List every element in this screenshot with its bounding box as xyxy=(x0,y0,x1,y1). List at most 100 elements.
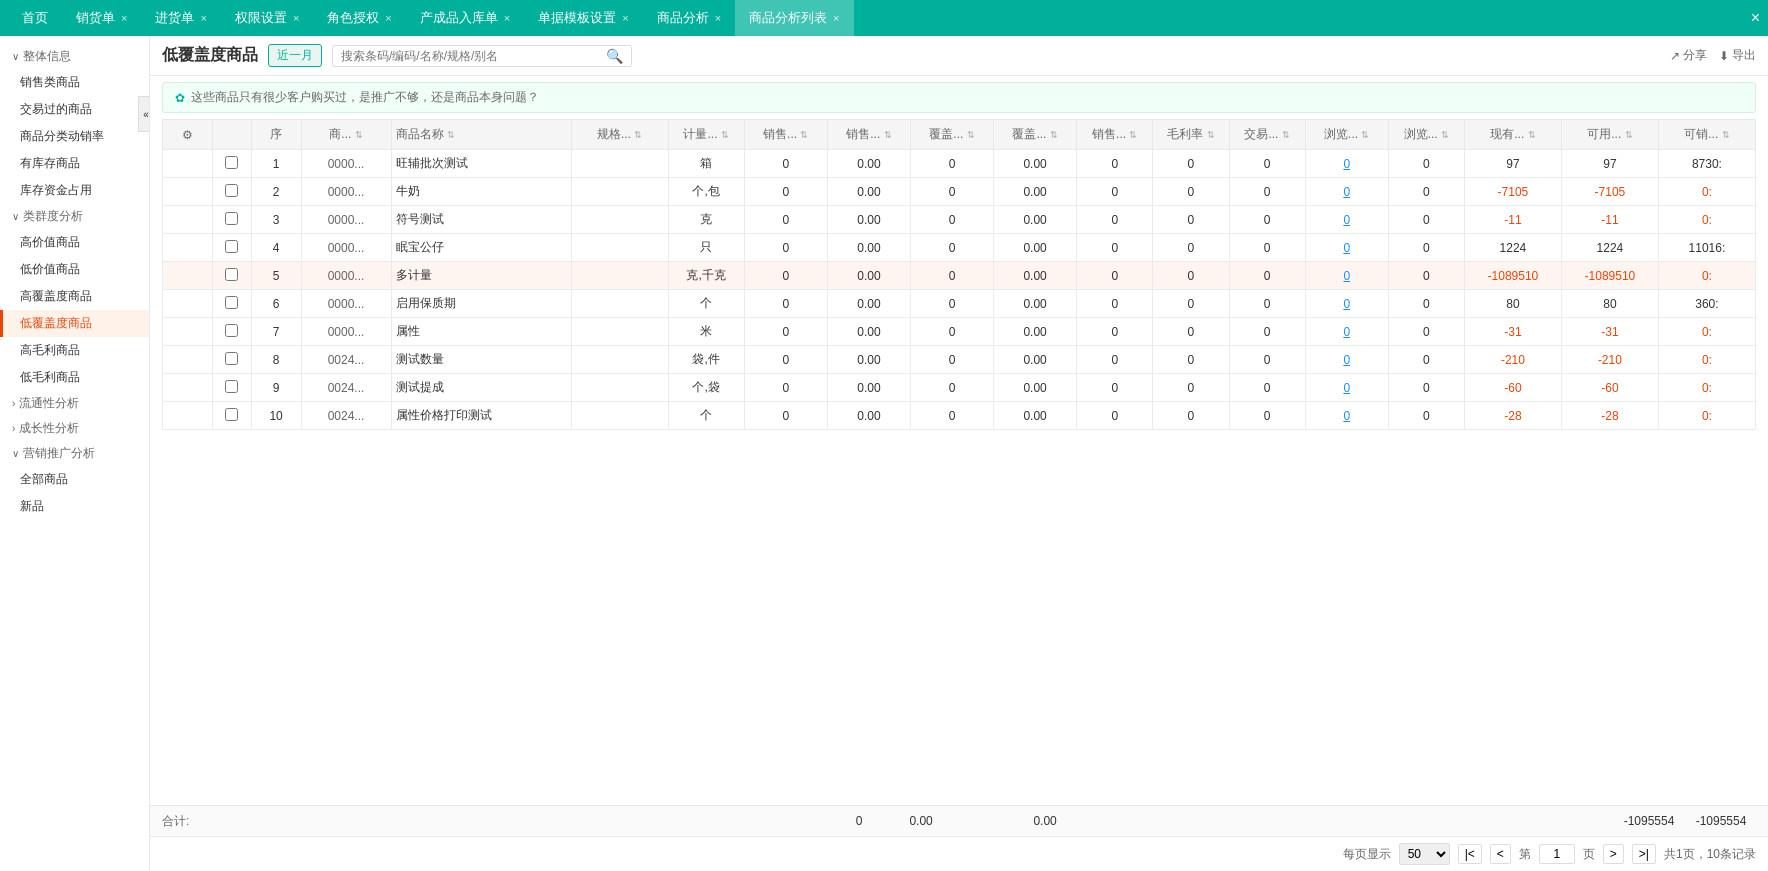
export-button[interactable]: ⬇ 导出 xyxy=(1719,47,1756,64)
browse2-column-header[interactable]: 浏览... ⇅ xyxy=(1388,120,1464,150)
sidebar-item-category-rate[interactable]: 商品分类动销率 xyxy=(0,123,149,150)
cover2-cell: 0.00 xyxy=(994,290,1077,318)
browse1-cell[interactable]: 0 xyxy=(1305,374,1388,402)
browse1-cell[interactable]: 0 xyxy=(1305,290,1388,318)
next-page-button[interactable]: > xyxy=(1603,844,1624,864)
checkbox-cell[interactable] xyxy=(212,318,251,346)
trade-cell: 0 xyxy=(1229,206,1305,234)
available-column-header[interactable]: 可用... ⇅ xyxy=(1561,120,1658,150)
close-all-tabs-button[interactable]: × xyxy=(1751,9,1760,27)
nav-finished-goods[interactable]: 产成品入库单 × xyxy=(406,0,524,36)
checkbox-cell[interactable] xyxy=(212,346,251,374)
sidebar-item-sales-goods[interactable]: 销售类商品 xyxy=(0,69,149,96)
unit-column-header[interactable]: 计量... ⇅ xyxy=(668,120,744,150)
close-icon[interactable]: × xyxy=(385,12,391,24)
table-row: 6 0000... 启用保质期 个 0 0.00 0 0.00 0 0 0 0 … xyxy=(163,290,1756,318)
sidebar-section-overall[interactable]: ∨ 整体信息 xyxy=(0,44,149,69)
sales3-column-header[interactable]: 销售... ⇅ xyxy=(1077,120,1153,150)
saleable-column-header[interactable]: 可销... ⇅ xyxy=(1658,120,1755,150)
cover1-column-header[interactable]: 覆盖... ⇅ xyxy=(910,120,993,150)
checkbox-cell[interactable] xyxy=(212,150,251,178)
close-icon[interactable]: × xyxy=(200,12,206,24)
first-page-button[interactable]: |< xyxy=(1458,844,1482,864)
close-icon[interactable]: × xyxy=(293,12,299,24)
close-icon[interactable]: × xyxy=(622,12,628,24)
browse1-cell[interactable]: 0 xyxy=(1305,402,1388,430)
nav-permissions[interactable]: 权限设置 × xyxy=(221,0,313,36)
browse1-cell[interactable]: 0 xyxy=(1305,346,1388,374)
table-row: 4 0000... 眠宝公仔 只 0 0.00 0 0.00 0 0 0 0 0… xyxy=(163,234,1756,262)
browse1-column-header[interactable]: 浏览... ⇅ xyxy=(1305,120,1388,150)
sidebar-item-low-coverage[interactable]: 低覆盖度商品 xyxy=(0,310,149,337)
nav-sales-order[interactable]: 销货单 × xyxy=(62,0,141,36)
browse1-cell[interactable]: 0 xyxy=(1305,178,1388,206)
sidebar-item-in-stock[interactable]: 有库存商品 xyxy=(0,150,149,177)
browse1-cell[interactable]: 0 xyxy=(1305,318,1388,346)
name-column-header[interactable]: 商品名称 ⇅ xyxy=(391,120,571,150)
date-filter-button[interactable]: 近一月 xyxy=(268,44,322,67)
browse1-cell[interactable]: 0 xyxy=(1305,150,1388,178)
trade-column-header[interactable]: 交易... ⇅ xyxy=(1229,120,1305,150)
current-cell: -60 xyxy=(1464,374,1561,402)
checkbox-cell[interactable] xyxy=(212,374,251,402)
top-navigation: 首页 销货单 × 进货单 × 权限设置 × 角色授权 × 产成品入库单 × 单据… xyxy=(0,0,1768,36)
browse1-cell[interactable]: 0 xyxy=(1305,206,1388,234)
sidebar-section-circulation[interactable]: › 流通性分析 xyxy=(0,391,149,416)
nav-home[interactable]: 首页 xyxy=(8,0,62,36)
sidebar-item-all-goods[interactable]: 全部商品 xyxy=(0,466,149,493)
checkbox-cell[interactable] xyxy=(212,178,251,206)
spec-column-header[interactable]: 规格... ⇅ xyxy=(571,120,668,150)
page-number-input[interactable] xyxy=(1539,844,1575,864)
sidebar-item-new-goods[interactable]: 新品 xyxy=(0,493,149,520)
sidebar-item-high-coverage[interactable]: 高覆盖度商品 xyxy=(0,283,149,310)
sales-qty-cell: 0 xyxy=(744,402,827,430)
sidebar-collapse-button[interactable]: « xyxy=(138,96,150,132)
trade-cell: 0 xyxy=(1229,178,1305,206)
settings-column-header[interactable]: ⚙ xyxy=(163,120,213,150)
checkbox-cell[interactable] xyxy=(212,402,251,430)
trade-cell: 0 xyxy=(1229,290,1305,318)
sidebar-item-traded-goods[interactable]: 交易过的商品 xyxy=(0,96,149,123)
sort-icon: ⇅ xyxy=(355,130,363,140)
nav-role-auth[interactable]: 角色授权 × xyxy=(313,0,405,36)
nav-product-analysis[interactable]: 商品分析 × xyxy=(643,0,735,36)
sidebar-item-high-margin[interactable]: 高毛利商品 xyxy=(0,337,149,364)
sidebar-section-growth[interactable]: › 成长性分析 xyxy=(0,416,149,441)
sales-qty-cell: 0 xyxy=(744,346,827,374)
share-button[interactable]: ↗ 分享 xyxy=(1670,47,1707,64)
current-column-header[interactable]: 现有... ⇅ xyxy=(1464,120,1561,150)
last-page-button[interactable]: >| xyxy=(1632,844,1656,864)
browse1-cell[interactable]: 0 xyxy=(1305,234,1388,262)
sales-qty-cell: 0 xyxy=(744,150,827,178)
nav-purchase-order[interactable]: 进货单 × xyxy=(141,0,220,36)
cover2-column-header[interactable]: 覆盖... ⇅ xyxy=(994,120,1077,150)
checkbox-cell[interactable] xyxy=(212,290,251,318)
sales-amt-column-header[interactable]: 销售... ⇅ xyxy=(827,120,910,150)
margin-column-header[interactable]: 毛利率 ⇅ xyxy=(1153,120,1229,150)
close-icon[interactable]: × xyxy=(504,12,510,24)
nav-product-analysis-list[interactable]: 商品分析列表 × xyxy=(735,0,853,36)
search-input[interactable] xyxy=(341,49,606,63)
saleable-cell: 0: xyxy=(1658,206,1755,234)
checkbox-cell[interactable] xyxy=(212,206,251,234)
cover2-cell: 0.00 xyxy=(994,234,1077,262)
sidebar-item-high-value[interactable]: 高价值商品 xyxy=(0,229,149,256)
sidebar-item-stock-fund[interactable]: 库存资金占用 xyxy=(0,177,149,204)
browse1-cell[interactable]: 0 xyxy=(1305,262,1388,290)
sidebar-section-cluster[interactable]: ∨ 类群度分析 xyxy=(0,204,149,229)
sidebar-item-low-value[interactable]: 低价值商品 xyxy=(0,256,149,283)
sidebar-item-low-margin[interactable]: 低毛利商品 xyxy=(0,364,149,391)
close-icon[interactable]: × xyxy=(121,12,127,24)
prev-page-button[interactable]: < xyxy=(1490,844,1511,864)
checkbox-cell[interactable] xyxy=(212,262,251,290)
sales-qty-column-header[interactable]: 销售... ⇅ xyxy=(744,120,827,150)
sidebar-section-marketing[interactable]: ∨ 营销推广分析 xyxy=(0,441,149,466)
code-column-header[interactable]: 商... ⇅ xyxy=(301,120,391,150)
search-icon: 🔍 xyxy=(606,48,623,64)
close-icon[interactable]: × xyxy=(833,12,839,24)
close-icon[interactable]: × xyxy=(715,12,721,24)
page-size-select[interactable]: 50 100 xyxy=(1399,843,1450,865)
checkbox-cell[interactable] xyxy=(212,234,251,262)
nav-template-settings[interactable]: 单据模板设置 × xyxy=(524,0,642,36)
browse2-cell: 0 xyxy=(1388,290,1464,318)
